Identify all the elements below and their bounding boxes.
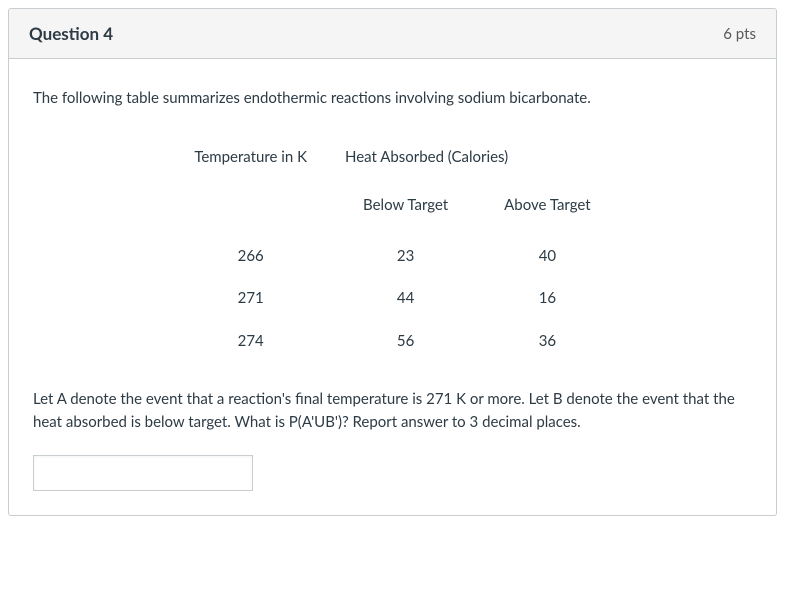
- cell-below: 44: [335, 277, 476, 320]
- cell-above: 36: [476, 320, 618, 363]
- question-points: 6 pts: [723, 25, 756, 43]
- table-subheader-row: Below Target Above Target: [166, 186, 618, 235]
- cell-temp: 274: [166, 320, 335, 363]
- data-table: Temperature in K Heat Absorbed (Calories…: [166, 136, 618, 363]
- cell-below: 23: [335, 235, 476, 278]
- col-heat-header: Heat Absorbed (Calories): [335, 136, 619, 187]
- col-temp-header: Temperature in K: [166, 136, 335, 187]
- sub-below-header: Below Target: [335, 186, 476, 235]
- cell-below: 56: [335, 320, 476, 363]
- cell-temp: 266: [166, 235, 335, 278]
- sub-above-header: Above Target: [476, 186, 618, 235]
- answer-input[interactable]: [33, 455, 253, 491]
- table-header-row: Temperature in K Heat Absorbed (Calories…: [166, 136, 618, 187]
- cell-above: 40: [476, 235, 618, 278]
- table-row: 266 23 40: [166, 235, 618, 278]
- cell-temp: 271: [166, 277, 335, 320]
- question-header: Question 4 6 pts: [9, 9, 776, 59]
- cell-above: 16: [476, 277, 618, 320]
- table-row: 271 44 16: [166, 277, 618, 320]
- intro-text: The following table summarizes endotherm…: [33, 87, 752, 110]
- empty-cell: [166, 186, 335, 235]
- question-title: Question 4: [29, 23, 113, 44]
- question-body: The following table summarizes endotherm…: [9, 59, 776, 515]
- question-card: Question 4 6 pts The following table sum…: [8, 8, 777, 516]
- table-row: 274 56 36: [166, 320, 618, 363]
- prompt-text: Let A denote the event that a reaction's…: [33, 388, 752, 433]
